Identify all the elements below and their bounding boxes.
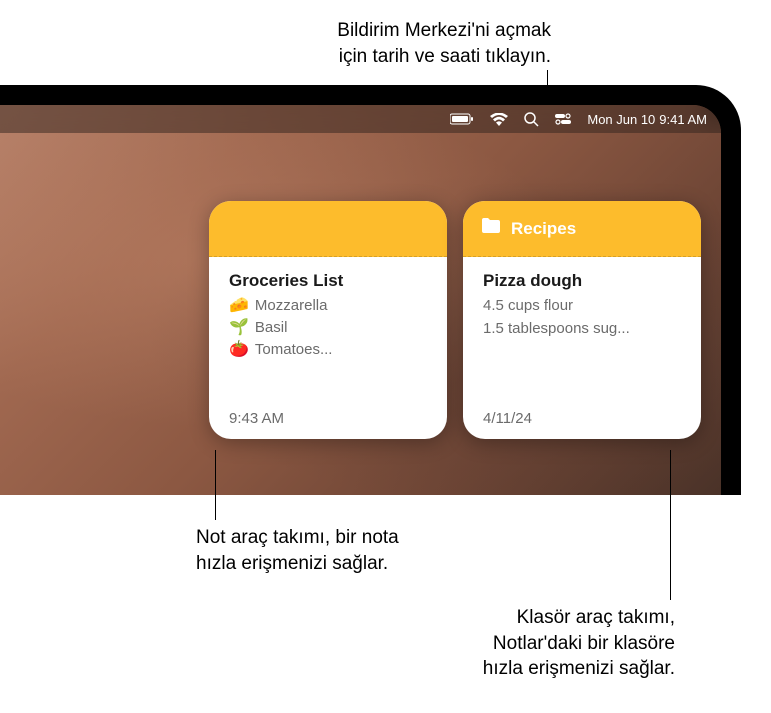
recipe-line: 1.5 tablespoons sug... <box>483 318 681 339</box>
callout-text: hızla erişmenizi sağlar. <box>483 656 675 682</box>
callout-folder-widget: Klasör araç takımı, Notlar'daki bir klas… <box>483 605 675 682</box>
date-label: Mon Jun 10 <box>587 112 655 127</box>
control-center-icon[interactable] <box>555 112 571 126</box>
list-item: 🍅 Tomatoes... <box>229 339 427 359</box>
folder-header-title: Recipes <box>511 219 576 239</box>
battery-icon[interactable] <box>450 113 474 125</box>
widgets-area: Groceries List 🧀 Mozzarella 🌱 Basil 🍅 <box>209 201 701 439</box>
callout-leader-line <box>215 450 216 520</box>
callout-datetime: Bildirim Merkezi'ni açmak için tarih ve … <box>337 18 551 69</box>
time-label: 9:41 AM <box>659 112 707 127</box>
folder-icon <box>481 218 501 239</box>
callout-leader-line <box>670 450 671 600</box>
callout-text: Klasör araç takımı, <box>483 605 675 631</box>
cheese-icon: 🧀 <box>229 295 249 315</box>
herb-icon: 🌱 <box>229 317 249 337</box>
callout-text: hızla erişmenizi sağlar. <box>196 551 399 577</box>
callout-text: Not araç takımı, bir nota <box>196 525 399 551</box>
folder-widget-body: Pizza dough 4.5 cups flour 1.5 tablespoo… <box>463 257 701 439</box>
note-widget-body: Groceries List 🧀 Mozzarella 🌱 Basil 🍅 <box>209 257 447 439</box>
menubar: Mon Jun 10 9:41 AM <box>0 105 721 133</box>
note-title: Groceries List <box>229 271 427 291</box>
list-item: 🧀 Mozzarella <box>229 295 427 315</box>
item-text: Tomatoes... <box>255 341 333 358</box>
note-widget[interactable]: Groceries List 🧀 Mozzarella 🌱 Basil 🍅 <box>209 201 447 439</box>
callout-text: Notlar'daki bir klasöre <box>483 631 675 657</box>
folder-widget-header: Recipes <box>463 201 701 257</box>
callout-note-widget: Not araç takımı, bir nota hızla erişmeni… <box>196 525 399 576</box>
callout-text: için tarih ve saati tıklayın. <box>337 44 551 70</box>
note-widget-header <box>209 201 447 257</box>
desktop-screen: Mon Jun 10 9:41 AM Groceries List 🧀 Mozz… <box>0 105 721 495</box>
datetime-display[interactable]: Mon Jun 10 9:41 AM <box>587 112 707 127</box>
item-text: Mozzarella <box>255 297 328 314</box>
list-item: 🌱 Basil <box>229 317 427 337</box>
note-timestamp: 9:43 AM <box>229 410 427 427</box>
callout-text: Bildirim Merkezi'ni açmak <box>337 18 551 44</box>
note-items-list: 🧀 Mozzarella 🌱 Basil 🍅 Tomatoes... <box>229 295 427 410</box>
item-text: Basil <box>255 319 288 336</box>
search-icon[interactable] <box>524 112 539 127</box>
tomato-icon: 🍅 <box>229 339 249 359</box>
folder-items-list: 4.5 cups flour 1.5 tablespoons sug... <box>483 295 681 410</box>
folder-widget[interactable]: Recipes Pizza dough 4.5 cups flour 1.5 t… <box>463 201 701 439</box>
folder-note-title: Pizza dough <box>483 271 681 291</box>
device-frame: Mon Jun 10 9:41 AM Groceries List 🧀 Mozz… <box>0 85 741 495</box>
wifi-icon[interactable] <box>490 113 508 126</box>
folder-timestamp: 4/11/24 <box>483 410 681 427</box>
recipe-line: 4.5 cups flour <box>483 295 681 316</box>
